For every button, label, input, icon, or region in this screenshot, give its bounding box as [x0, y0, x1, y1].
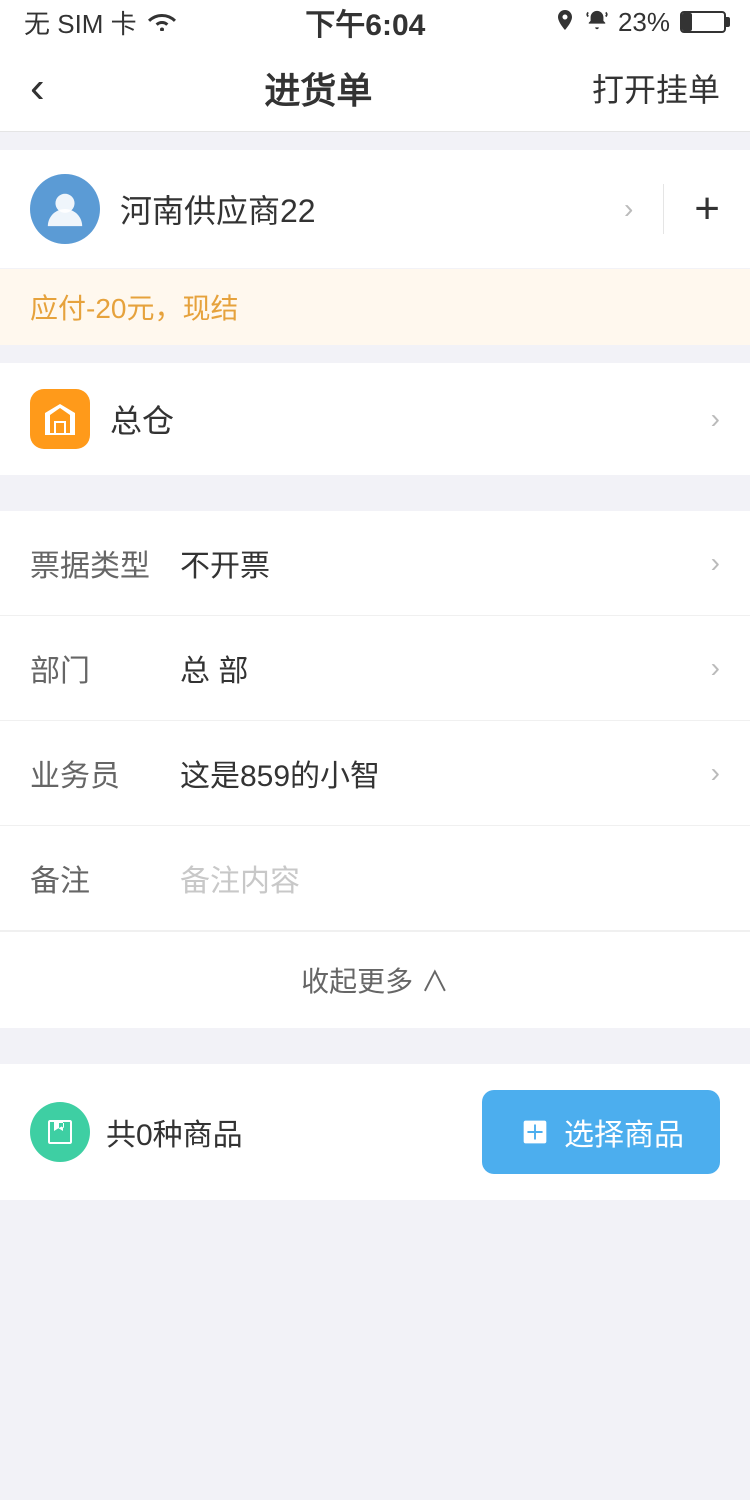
select-product-label: 选择商品	[564, 1110, 684, 1154]
page-background	[0, 1200, 750, 1500]
sales-value: 这是859的小智	[170, 751, 701, 795]
supplier-section: 河南供应商22 › + 应付-20元，现结	[0, 150, 750, 345]
supplier-row[interactable]: 河南供应商22 › +	[0, 150, 750, 269]
select-product-button[interactable]: 选择商品	[482, 1090, 720, 1174]
wifi-icon	[147, 7, 177, 38]
supplier-chevron-icon: ›	[624, 193, 633, 225]
carrier-label: 无 SIM 卡	[24, 4, 137, 41]
warehouse-row[interactable]: 总仓 ›	[0, 363, 750, 475]
remark-input[interactable]: 备注内容	[170, 856, 720, 900]
product-count-label: 共0种商品	[106, 1110, 243, 1154]
dept-value: 总 部	[170, 646, 701, 690]
collapse-button[interactable]: 收起更多 ∧	[0, 931, 750, 1028]
section-gap-3	[0, 475, 750, 493]
alarm-icon	[586, 7, 608, 38]
sales-chevron-icon: ›	[711, 757, 720, 789]
section-gap-1	[0, 132, 750, 150]
status-left: 无 SIM 卡	[24, 4, 177, 41]
bottom-bar: 共0种商品 选择商品	[0, 1064, 750, 1200]
add-supplier-button[interactable]: +	[694, 187, 720, 231]
section-gap-2	[0, 345, 750, 363]
supplier-right: › +	[624, 184, 720, 234]
product-summary: 共0种商品	[30, 1102, 243, 1162]
battery-percent: 23%	[618, 7, 670, 38]
warehouse-section: 总仓 ›	[0, 363, 750, 475]
divider	[663, 184, 664, 234]
sales-label: 业务员	[30, 751, 170, 795]
form-section: 票据类型 不开票 › 部门 总 部 › 业务员 这是859的小智 › 备注 备注…	[0, 511, 750, 1028]
back-button[interactable]: ‹	[30, 66, 45, 110]
location-icon	[554, 7, 576, 38]
remark-label: 备注	[30, 856, 170, 900]
status-right: 23%	[554, 7, 726, 38]
warehouse-chevron-icon: ›	[711, 403, 720, 435]
nav-bar: ‹ 进货单 打开挂单	[0, 44, 750, 132]
invoice-row[interactable]: 票据类型 不开票 ›	[0, 511, 750, 616]
status-time: 下午6:04	[305, 0, 425, 44]
warehouse-label: 总仓	[110, 396, 711, 442]
invoice-chevron-icon: ›	[711, 547, 720, 579]
invoice-value: 不开票	[170, 541, 701, 585]
battery-icon	[680, 11, 726, 33]
page-title: 进货单	[264, 62, 372, 114]
supplier-avatar	[30, 174, 100, 244]
open-pending-button[interactable]: 打开挂单	[592, 65, 720, 111]
dept-row[interactable]: 部门 总 部 ›	[0, 616, 750, 721]
notice-bar: 应付-20元，现结	[0, 269, 750, 345]
dept-label: 部门	[30, 646, 170, 690]
invoice-label: 票据类型	[30, 541, 170, 585]
product-icon-wrap	[30, 1102, 90, 1162]
sales-row[interactable]: 业务员 这是859的小智 ›	[0, 721, 750, 826]
supplier-name: 河南供应商22	[120, 186, 624, 232]
dept-chevron-icon: ›	[711, 652, 720, 684]
remark-row[interactable]: 备注 备注内容	[0, 826, 750, 931]
warehouse-icon-wrap	[30, 389, 90, 449]
status-bar: 无 SIM 卡 下午6:04 23%	[0, 0, 750, 44]
section-gap-4	[0, 1028, 750, 1046]
